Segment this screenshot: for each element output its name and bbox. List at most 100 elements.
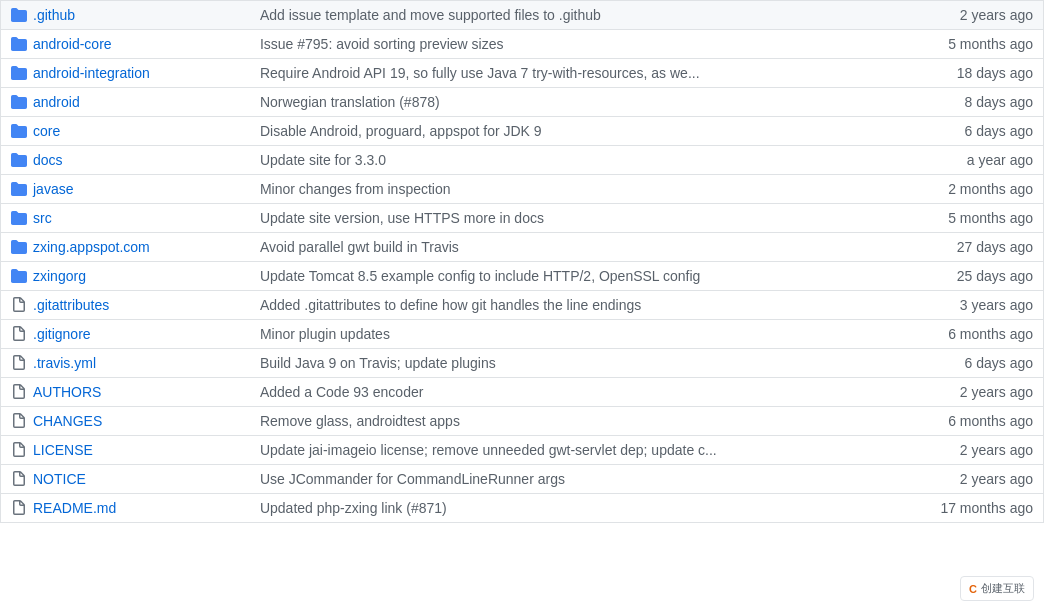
file-link[interactable]: README.md [11,500,240,516]
commit-message-link[interactable]: Require Android API 19, so fully use Jav… [260,65,700,81]
file-name-cell: README.md [1,494,250,523]
table-row: src Update site version, use HTTPS more … [1,204,1044,233]
file-icon [11,413,27,429]
table-row: LICENSE Update jai-imageio license; remo… [1,436,1044,465]
commit-message-cell: Require Android API 19, so fully use Jav… [250,59,908,88]
file-link[interactable]: android-core [11,36,240,52]
time-cell: 2 years ago [907,465,1043,494]
time-cell: 8 days ago [907,88,1043,117]
commit-message-link[interactable]: Updated php-zxing link (#871) [260,500,447,516]
time-cell: 3 years ago [907,291,1043,320]
file-link[interactable]: src [11,210,240,226]
file-link[interactable]: core [11,123,240,139]
file-link[interactable]: zxing.appspot.com [11,239,240,255]
table-row: zxing.appspot.com Avoid parallel gwt bui… [1,233,1044,262]
table-row: docs Update site for 3.3.0 a year ago [1,146,1044,175]
file-name-text: src [33,210,52,226]
commit-message-link[interactable]: Issue #795: avoid sorting preview sizes [260,36,504,52]
table-row: AUTHORS Added a Code 93 encoder 2 years … [1,378,1044,407]
table-row: README.md Updated php-zxing link (#871) … [1,494,1044,523]
commit-message-cell: Issue #795: avoid sorting preview sizes [250,30,908,59]
file-link[interactable]: zxingorg [11,268,240,284]
file-link[interactable]: .travis.yml [11,355,240,371]
table-row: android-integration Require Android API … [1,59,1044,88]
time-cell: 5 months ago [907,30,1043,59]
time-cell: 17 months ago [907,494,1043,523]
time-cell: 2 years ago [907,436,1043,465]
file-name-cell: android-core [1,30,250,59]
time-cell: a year ago [907,146,1043,175]
file-name-text: NOTICE [33,471,86,487]
file-name-cell: .github [1,1,250,30]
commit-message-cell: Update site version, use HTTPS more in d… [250,204,908,233]
file-icon [11,355,27,371]
commit-message-link[interactable]: Update site version, use HTTPS more in d… [260,210,544,226]
table-row: CHANGES Remove glass, androidtest apps 6… [1,407,1044,436]
commit-message-link[interactable]: Minor plugin updates [260,326,390,342]
time-cell: 18 days ago [907,59,1043,88]
file-name-text: .github [33,7,75,23]
commit-message-link[interactable]: Add issue template and move supported fi… [260,7,601,23]
table-row: .travis.yml Build Java 9 on Travis; upda… [1,349,1044,378]
commit-message-link[interactable]: Build Java 9 on Travis; update plugins [260,355,496,371]
file-name-text: .gitattributes [33,297,109,313]
time-cell: 5 months ago [907,204,1043,233]
file-link[interactable]: .github [11,7,240,23]
file-link[interactable]: .gitignore [11,326,240,342]
file-name-text: README.md [33,500,116,516]
commit-message-cell: Minor plugin updates [250,320,908,349]
commit-message-link[interactable]: Update site for 3.3.0 [260,152,386,168]
file-link[interactable]: LICENSE [11,442,240,458]
commit-message-link[interactable]: Disable Android, proguard, appspot for J… [260,123,542,139]
commit-message-link[interactable]: Update jai-imageio license; remove unnee… [260,442,717,458]
time-cell: 25 days ago [907,262,1043,291]
commit-message-cell: Update Tomcat 8.5 example config to incl… [250,262,908,291]
commit-message-link[interactable]: Added a Code 93 encoder [260,384,423,400]
commit-message-cell: Added .gitattributes to define how git h… [250,291,908,320]
commit-message-link[interactable]: Use JCommander for CommandLineRunner arg… [260,471,565,487]
file-link[interactable]: NOTICE [11,471,240,487]
file-link[interactable]: android-integration [11,65,240,81]
file-name-cell: javase [1,175,250,204]
folder-icon [11,268,27,284]
file-name-text: core [33,123,60,139]
time-cell: 27 days ago [907,233,1043,262]
commit-message-link[interactable]: Added .gitattributes to define how git h… [260,297,641,313]
commit-message-link[interactable]: Update Tomcat 8.5 example config to incl… [260,268,700,284]
time-cell: 6 days ago [907,117,1043,146]
folder-icon [11,65,27,81]
file-link[interactable]: android [11,94,240,110]
file-link[interactable]: javase [11,181,240,197]
commit-message-cell: Add issue template and move supported fi… [250,1,908,30]
file-name-text: zxingorg [33,268,86,284]
commit-message-link[interactable]: Avoid parallel gwt build in Travis [260,239,459,255]
folder-icon [11,7,27,23]
file-name-text: android [33,94,80,110]
file-link[interactable]: AUTHORS [11,384,240,400]
file-icon [11,326,27,342]
commit-message-link[interactable]: Remove glass, androidtest apps [260,413,460,429]
file-name-cell: android-integration [1,59,250,88]
file-link[interactable]: .gitattributes [11,297,240,313]
file-name-text: android-integration [33,65,150,81]
folder-icon [11,210,27,226]
commit-message-link[interactable]: Minor changes from inspection [260,181,451,197]
file-name-text: CHANGES [33,413,102,429]
file-name-cell: LICENSE [1,436,250,465]
commit-message-cell: Disable Android, proguard, appspot for J… [250,117,908,146]
time-cell: 2 months ago [907,175,1043,204]
file-name-cell: src [1,204,250,233]
table-row: zxingorg Update Tomcat 8.5 example confi… [1,262,1044,291]
table-row: core Disable Android, proguard, appspot … [1,117,1044,146]
file-name-cell: zxingorg [1,262,250,291]
file-name-text: .gitignore [33,326,91,342]
file-name-text: AUTHORS [33,384,101,400]
file-icon [11,500,27,516]
file-link[interactable]: CHANGES [11,413,240,429]
commit-message-cell: Update jai-imageio license; remove unnee… [250,436,908,465]
table-row: .gitignore Minor plugin updates 6 months… [1,320,1044,349]
file-link[interactable]: docs [11,152,240,168]
commit-message-link[interactable]: Norwegian translation (#878) [260,94,440,110]
file-name-text: javase [33,181,73,197]
file-name-cell: android [1,88,250,117]
